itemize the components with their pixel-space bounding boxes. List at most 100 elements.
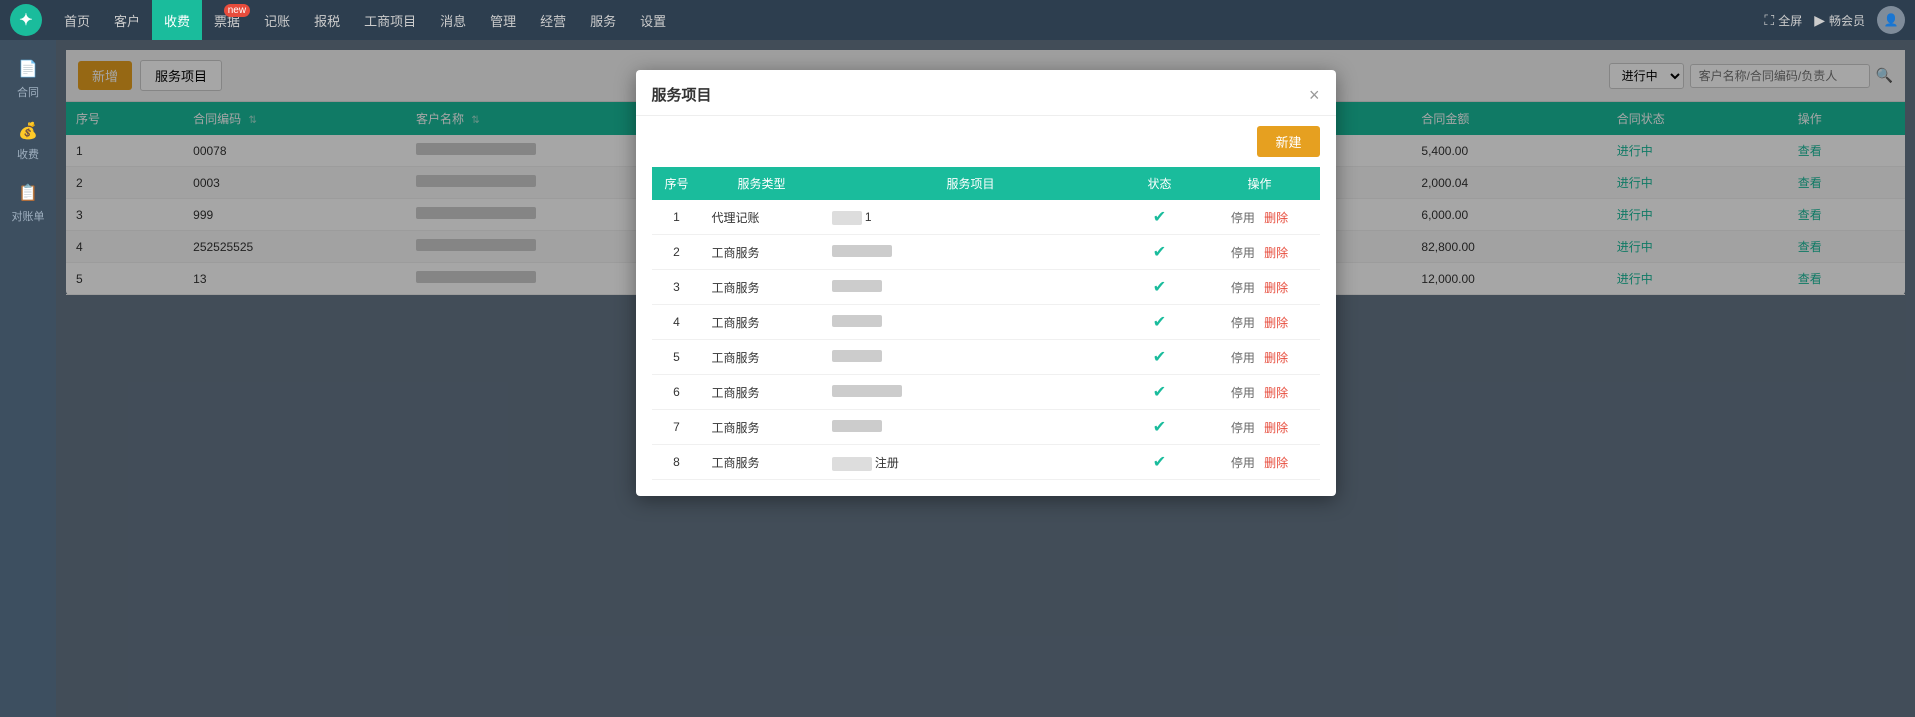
stop-button[interactable]: 停用 bbox=[1231, 281, 1255, 295]
cell-stype: 工商服务 bbox=[702, 445, 822, 480]
cell-sstatus: ✔ bbox=[1120, 270, 1200, 305]
status-check-icon: ✔ bbox=[1153, 454, 1166, 471]
list-item: 2 工商服务 ✔ 停用 删除 bbox=[652, 235, 1320, 270]
avatar[interactable]: 👤 bbox=[1877, 6, 1905, 34]
modal-title: 服务项目 bbox=[652, 84, 712, 105]
cell-sindex: 4 bbox=[652, 305, 702, 340]
cell-saction: 停用 删除 bbox=[1200, 305, 1320, 340]
nav-invoice[interactable]: 票据 new bbox=[202, 0, 252, 40]
scol-index: 序号 bbox=[652, 167, 702, 200]
status-check-icon: ✔ bbox=[1153, 419, 1166, 436]
cell-stype: 工商服务 bbox=[702, 375, 822, 410]
cell-sstatus: ✔ bbox=[1120, 305, 1200, 340]
sidebar-item-fee[interactable]: 💰 收费 bbox=[3, 112, 53, 170]
cell-stype: 工商服务 bbox=[702, 235, 822, 270]
reconcile-icon: 📋 bbox=[17, 182, 39, 204]
nav-manage[interactable]: 管理 bbox=[478, 0, 528, 40]
stop-button[interactable]: 停用 bbox=[1231, 421, 1255, 435]
cell-sitem bbox=[822, 235, 1120, 270]
modal-close-button[interactable]: × bbox=[1309, 86, 1320, 104]
cell-stype: 工商服务 bbox=[702, 305, 822, 340]
status-check-icon: ✔ bbox=[1153, 349, 1166, 366]
cell-sstatus: ✔ bbox=[1120, 410, 1200, 445]
delete-button[interactable]: 删除 bbox=[1264, 351, 1288, 365]
cell-saction: 停用 删除 bbox=[1200, 340, 1320, 375]
sidebar: 📄 合同 💰 收费 📋 对账单 bbox=[0, 40, 56, 717]
modal-header: 服务项目 × bbox=[636, 70, 1336, 116]
status-check-icon: ✔ bbox=[1153, 244, 1166, 261]
delete-button[interactable]: 删除 bbox=[1264, 281, 1288, 295]
member-icon: ▶ bbox=[1814, 12, 1825, 29]
scol-item: 服务项目 bbox=[822, 167, 1120, 200]
nav-settings[interactable]: 设置 bbox=[628, 0, 678, 40]
delete-button[interactable]: 删除 bbox=[1264, 246, 1288, 260]
fullscreen-btn[interactable]: ⛶ 全屏 bbox=[1764, 12, 1802, 29]
cell-sindex: 2 bbox=[652, 235, 702, 270]
list-item: 5 工商服务 ✔ 停用 删除 bbox=[652, 340, 1320, 375]
list-item: 3 工商服务 ✔ 停用 删除 bbox=[652, 270, 1320, 305]
delete-button[interactable]: 删除 bbox=[1264, 211, 1288, 225]
cell-stype: 代理记账 bbox=[702, 200, 822, 235]
cell-stype: 工商服务 bbox=[702, 340, 822, 375]
cell-sstatus: ✔ bbox=[1120, 235, 1200, 270]
member-btn[interactable]: ▶ 畅会员 bbox=[1814, 12, 1865, 29]
cell-sindex: 1 bbox=[652, 200, 702, 235]
stop-button[interactable]: 停用 bbox=[1231, 316, 1255, 330]
sidebar-item-contract[interactable]: 📄 合同 bbox=[3, 50, 53, 108]
list-item: 8 工商服务 注册 ✔ 停用 删除 bbox=[652, 445, 1320, 480]
scol-type: 服务类型 bbox=[702, 167, 822, 200]
nav-client[interactable]: 客户 bbox=[102, 0, 152, 40]
nav-industry[interactable]: 工商项目 bbox=[352, 0, 428, 40]
new-service-button[interactable]: 新建 bbox=[1257, 126, 1319, 157]
cell-sitem bbox=[822, 340, 1120, 375]
cell-sitem: 注册 bbox=[822, 445, 1120, 480]
nav-tax[interactable]: 报税 bbox=[302, 0, 352, 40]
nav-message[interactable]: 消息 bbox=[428, 0, 478, 40]
cell-sstatus: ✔ bbox=[1120, 445, 1200, 480]
cell-sindex: 7 bbox=[652, 410, 702, 445]
contract-icon: 📄 bbox=[17, 58, 39, 80]
delete-button[interactable]: 删除 bbox=[1264, 386, 1288, 400]
status-check-icon: ✔ bbox=[1153, 314, 1166, 331]
nav-service[interactable]: 服务 bbox=[578, 0, 628, 40]
cell-sstatus: ✔ bbox=[1120, 340, 1200, 375]
list-item: 4 工商服务 ✔ 停用 删除 bbox=[652, 305, 1320, 340]
delete-button[interactable]: 删除 bbox=[1264, 421, 1288, 435]
list-item: 1 代理记账 1 ✔ 停用 删除 bbox=[652, 200, 1320, 235]
logo: ✦ bbox=[10, 4, 42, 36]
stop-button[interactable]: 停用 bbox=[1231, 211, 1255, 225]
cell-saction: 停用 删除 bbox=[1200, 410, 1320, 445]
cell-saction: 停用 删除 bbox=[1200, 445, 1320, 480]
nav-operation[interactable]: 经营 bbox=[528, 0, 578, 40]
cell-saction: 停用 删除 bbox=[1200, 375, 1320, 410]
nav-right: ⛶ 全屏 ▶ 畅会员 👤 bbox=[1764, 6, 1905, 34]
service-table: 序号 服务类型 服务项目 状态 操作 1 代理记账 1 ✔ 停用 删除 2 工商… bbox=[652, 167, 1320, 480]
modal-body: 序号 服务类型 服务项目 状态 操作 1 代理记账 1 ✔ 停用 删除 2 工商… bbox=[636, 167, 1336, 496]
sidebar-item-reconcile[interactable]: 📋 对账单 bbox=[3, 174, 53, 232]
delete-button[interactable]: 删除 bbox=[1264, 456, 1288, 470]
cell-sitem: 1 bbox=[822, 200, 1120, 235]
new-badge: new bbox=[224, 4, 250, 17]
cell-sindex: 5 bbox=[652, 340, 702, 375]
stop-button[interactable]: 停用 bbox=[1231, 246, 1255, 260]
status-check-icon: ✔ bbox=[1153, 279, 1166, 296]
modal-toolbar: 新建 bbox=[636, 116, 1336, 167]
nav-home[interactable]: 首页 bbox=[52, 0, 102, 40]
cell-sindex: 6 bbox=[652, 375, 702, 410]
stop-button[interactable]: 停用 bbox=[1231, 456, 1255, 470]
status-check-icon: ✔ bbox=[1153, 384, 1166, 401]
nav-fee[interactable]: 收费 bbox=[152, 0, 202, 40]
list-item: 7 工商服务 ✔ 停用 删除 bbox=[652, 410, 1320, 445]
cell-sitem bbox=[822, 305, 1120, 340]
cell-sitem bbox=[822, 270, 1120, 305]
delete-button[interactable]: 删除 bbox=[1264, 316, 1288, 330]
cell-saction: 停用 删除 bbox=[1200, 270, 1320, 305]
service-modal: 服务项目 × 新建 序号 服务类型 服务项目 状态 操作 bbox=[636, 70, 1336, 496]
stop-button[interactable]: 停用 bbox=[1231, 386, 1255, 400]
nav-accounting[interactable]: 记账 bbox=[252, 0, 302, 40]
cell-stype: 工商服务 bbox=[702, 270, 822, 305]
cell-sindex: 3 bbox=[652, 270, 702, 305]
cell-sitem bbox=[822, 410, 1120, 445]
cell-saction: 停用 删除 bbox=[1200, 200, 1320, 235]
stop-button[interactable]: 停用 bbox=[1231, 351, 1255, 365]
